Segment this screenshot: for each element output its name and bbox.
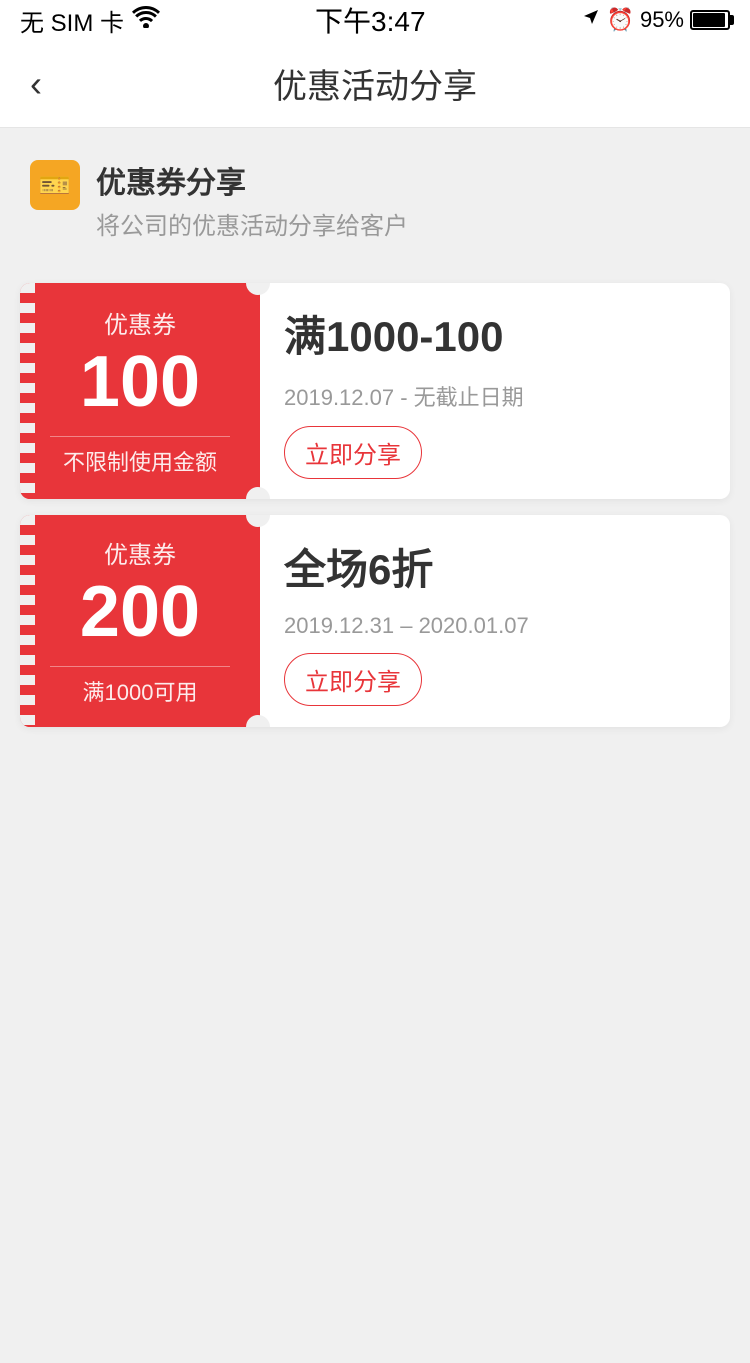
coupon-date-2: 2019.12.31 – 2020.01.07: [284, 613, 710, 639]
alarm-icon: ⏰: [607, 7, 634, 33]
section-text: 优惠券分享 将公司的优惠活动分享给客户: [96, 158, 408, 241]
status-right: ⏰ 95%: [581, 6, 730, 34]
wifi-icon: [132, 6, 160, 35]
coupon-divider-line-2: [50, 666, 230, 667]
coupon-condition-2: 满1000可用: [83, 675, 198, 707]
status-bar: 无 SIM 卡 下午3:47 ⏰ 95%: [0, 0, 750, 40]
share-button-1[interactable]: 立即分享: [284, 426, 422, 479]
section-subtitle: 将公司的优惠活动分享给客户: [96, 206, 408, 241]
status-left: 无 SIM 卡: [20, 3, 160, 38]
coupon-amount-1: 100: [80, 346, 200, 418]
coupon-condition-1: 不限制使用金额: [63, 445, 217, 477]
coupon-list: 优惠券 100 不限制使用金额 满1000-100 2019.12.07 - 无…: [0, 257, 750, 763]
location-icon: [581, 6, 601, 34]
coupon-card-1: 优惠券 100 不限制使用金额 满1000-100 2019.12.07 - 无…: [20, 283, 730, 499]
coupon-right-2: 全场6折 2019.12.31 – 2020.01.07 立即分享: [260, 515, 730, 727]
coupon-divider-line-1: [50, 436, 230, 437]
coupon-amount-2: 200: [80, 576, 200, 648]
page-title: 优惠活动分享: [273, 59, 477, 108]
coupon-date-1: 2019.12.07 - 无截止日期: [284, 380, 710, 412]
section-title: 优惠券分享: [96, 158, 408, 202]
coupon-right-1: 满1000-100 2019.12.07 - 无截止日期 立即分享: [260, 283, 730, 499]
back-button[interactable]: ‹: [30, 63, 42, 105]
section-icon: 🎫: [30, 160, 80, 210]
coupon-title-2: 全场6折: [284, 536, 710, 597]
section-header: 🎫 优惠券分享 将公司的优惠活动分享给客户: [0, 128, 750, 257]
coupon-title-1: 满1000-100: [284, 303, 710, 364]
battery-percent: 95%: [640, 7, 684, 33]
status-time: 下午3:47: [315, 0, 426, 40]
nav-bar: ‹ 优惠活动分享: [0, 40, 750, 128]
empty-area: [0, 763, 750, 1363]
coupon-left-1: 优惠券 100 不限制使用金额: [20, 283, 260, 499]
battery-icon: [690, 10, 730, 30]
carrier-text: 无 SIM 卡: [20, 3, 124, 38]
coupon-card-2: 优惠券 200 满1000可用 全场6折 2019.12.31 – 2020.0…: [20, 515, 730, 727]
coupon-type-1: 优惠券: [104, 305, 176, 340]
share-button-2[interactable]: 立即分享: [284, 653, 422, 706]
coupon-left-2: 优惠券 200 满1000可用: [20, 515, 260, 727]
coupon-type-2: 优惠券: [104, 535, 176, 570]
